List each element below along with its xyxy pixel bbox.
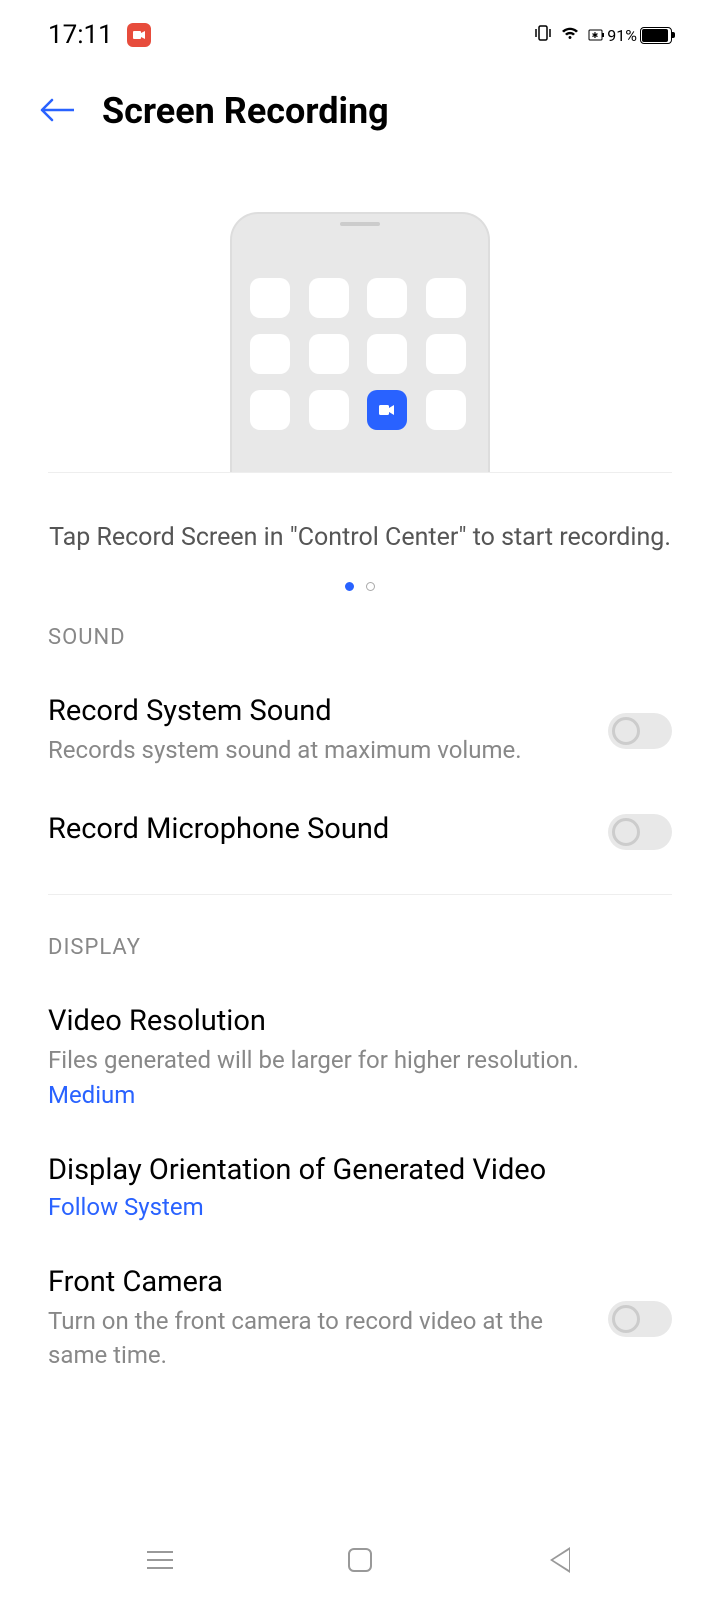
page-dot-1[interactable] xyxy=(345,582,354,591)
wifi-icon xyxy=(560,25,580,46)
svg-text:✱: ✱ xyxy=(592,31,599,40)
setting-title: Video Resolution xyxy=(48,1004,672,1038)
toggle-record-system-sound[interactable] xyxy=(608,713,672,749)
section-sound-header: SOUND xyxy=(0,615,720,672)
toggle-front-camera[interactable] xyxy=(608,1301,672,1337)
setting-video-resolution[interactable]: Video Resolution Files generated will be… xyxy=(0,982,720,1132)
record-screen-icon xyxy=(367,390,407,430)
divider xyxy=(48,894,672,895)
header: Screen Recording xyxy=(0,70,720,162)
battery-icon xyxy=(640,27,672,44)
vibrate-icon xyxy=(534,24,552,47)
setting-record-microphone[interactable]: Record Microphone Sound xyxy=(0,790,720,874)
setting-title: Display Orientation of Generated Video xyxy=(48,1153,672,1187)
page-title: Screen Recording xyxy=(102,90,389,132)
setting-value: Follow System xyxy=(48,1193,672,1221)
status-left: 17:11 xyxy=(48,20,151,50)
setting-title: Record Microphone Sound xyxy=(48,812,588,846)
setting-subtitle: Files generated will be larger for highe… xyxy=(48,1044,672,1078)
illustration-caption: Tap Record Screen in "Control Center" to… xyxy=(0,473,720,582)
nav-recent-button[interactable] xyxy=(145,1545,175,1575)
battery-container: ✱ 91% xyxy=(588,26,672,45)
nav-back-button[interactable] xyxy=(545,1545,575,1575)
phone-mockup xyxy=(230,212,490,472)
page-indicator[interactable] xyxy=(0,582,720,615)
nav-home-button[interactable] xyxy=(345,1545,375,1575)
setting-record-system-sound[interactable]: Record System Sound Records system sound… xyxy=(0,672,720,790)
illustration xyxy=(48,162,672,473)
battery-percent: 91% xyxy=(607,26,637,45)
setting-front-camera[interactable]: Front Camera Turn on the front camera to… xyxy=(0,1243,720,1394)
status-time: 17:11 xyxy=(48,20,113,50)
status-right: ✱ 91% xyxy=(534,24,672,47)
section-display-header: DISPLAY xyxy=(0,925,720,982)
setting-subtitle: Records system sound at maximum volume. xyxy=(48,734,588,768)
setting-title: Front Camera xyxy=(48,1265,588,1299)
setting-title: Record System Sound xyxy=(48,694,588,728)
navigation-bar xyxy=(0,1520,720,1600)
setting-display-orientation[interactable]: Display Orientation of Generated Video F… xyxy=(0,1131,720,1243)
status-bar: 17:11 ✱ 91% xyxy=(0,0,720,70)
back-button[interactable] xyxy=(40,92,74,130)
recording-badge-icon xyxy=(127,23,151,47)
toggle-record-microphone[interactable] xyxy=(608,814,672,850)
setting-value: Medium xyxy=(48,1081,672,1109)
battery-saver-icon: ✱ xyxy=(588,27,604,43)
page-dot-2[interactable] xyxy=(366,582,375,591)
setting-subtitle: Turn on the front camera to record video… xyxy=(48,1305,588,1372)
